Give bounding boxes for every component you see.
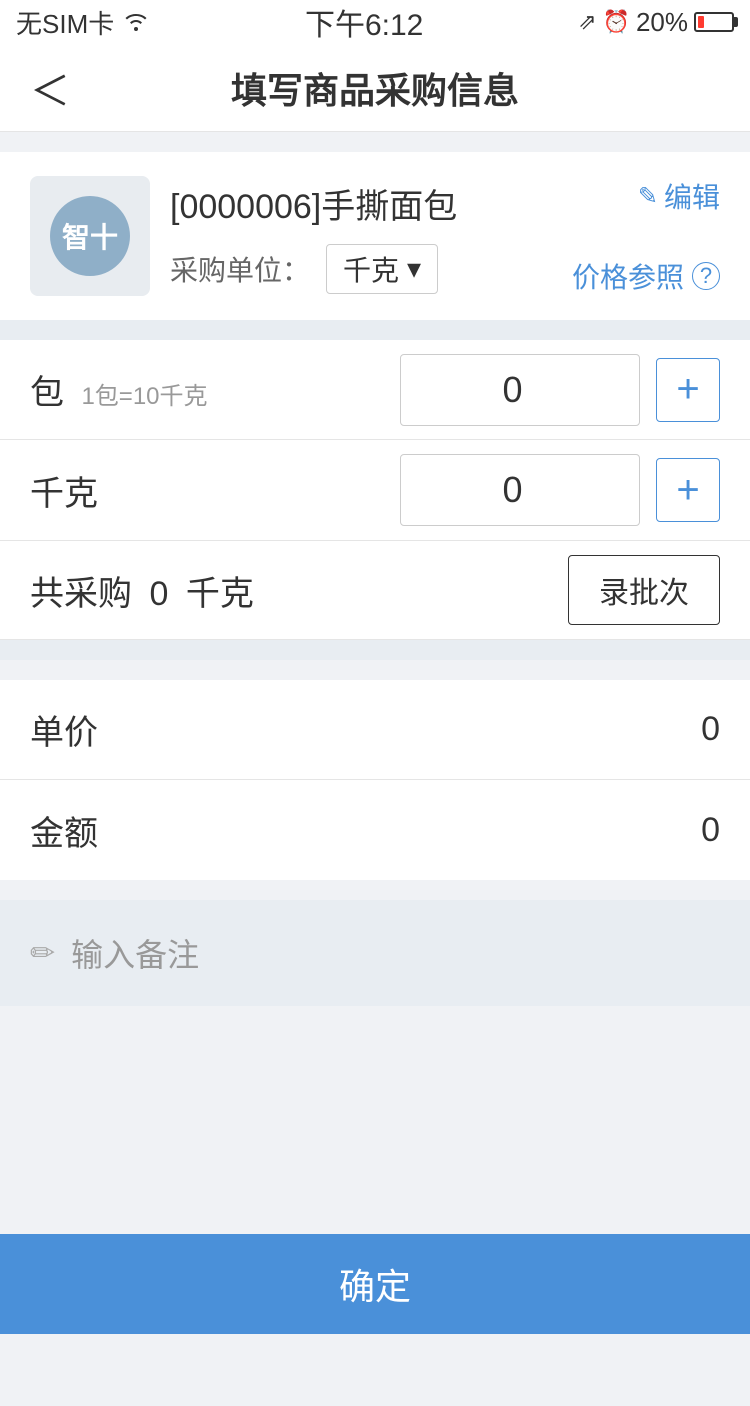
amount-label: 金额 [30, 806, 98, 855]
status-bar: 无SIM卡 下午6:12 ⇗ ⏰ 20% [0, 0, 750, 44]
bao-label: 包 1包=10千克 [30, 365, 208, 414]
product-logo: 智十 [50, 196, 130, 276]
edit-icon: ✎ [638, 182, 658, 211]
page-title: 填写商品采购信息 [231, 62, 519, 114]
unit-price-row: 单价 0 [0, 680, 750, 780]
kg-input[interactable] [400, 454, 640, 526]
back-button[interactable]: ＜ [30, 59, 70, 117]
unit-label: 采购单位： [170, 249, 310, 289]
status-right: ⇗ ⏰ 20% [578, 7, 734, 38]
edit-button[interactable]: ✎ 编辑 [638, 176, 720, 216]
help-icon: ? [692, 262, 720, 290]
pencil-icon: ✏ [30, 936, 55, 971]
battery-icon [694, 12, 734, 32]
confirm-bar[interactable]: 确定 [0, 1234, 750, 1334]
price-section: 单价 0 金额 0 [0, 680, 750, 880]
battery-percent: 20% [636, 7, 688, 38]
wifi-icon [122, 7, 150, 38]
price-ref-button[interactable]: 价格参照 ? [572, 256, 720, 296]
dropdown-icon: ▾ [407, 252, 421, 285]
status-left: 无SIM卡 [16, 4, 150, 41]
unit-price-label: 单价 [30, 705, 98, 754]
alarm-icon: ⏰ [603, 9, 630, 35]
notes-placeholder: 输入备注 [71, 930, 199, 976]
bao-field-wrap: + [228, 354, 720, 426]
bao-input-row: 包 1包=10千克 + [0, 340, 750, 440]
bao-plus-button[interactable]: + [656, 358, 720, 422]
summary-value: 0 [149, 575, 168, 613]
input-section: 包 1包=10千克 + 千克 + [0, 340, 750, 540]
divider-1 [0, 320, 750, 340]
location-icon: ⇗ [578, 9, 596, 35]
record-batch-button[interactable]: 录批次 [568, 555, 720, 625]
divider-2 [0, 640, 750, 660]
status-time: 下午6:12 [305, 0, 423, 44]
unit-selector[interactable]: 千克 ▾ [326, 244, 438, 294]
summary-text: 共采购 0 千克 [30, 566, 254, 615]
kg-label: 千克 [30, 466, 130, 515]
amount-value: 0 [701, 811, 720, 850]
kg-field-wrap: + [150, 454, 720, 526]
unit-price-value: 0 [701, 710, 720, 749]
confirm-text: 确定 [339, 1258, 411, 1310]
kg-plus-button[interactable]: + [656, 458, 720, 522]
product-image: 智十 [30, 176, 150, 296]
product-card: 智十 [0000006]手撕面包 采购单位： 千克 ▾ ✎ 编辑 价格参照 ? [0, 152, 750, 320]
carrier-text: 无SIM卡 [16, 4, 114, 41]
summary-row: 共采购 0 千克 录批次 [0, 540, 750, 640]
kg-input-row: 千克 + [0, 440, 750, 540]
bao-input[interactable] [400, 354, 640, 426]
nav-bar: ＜ 填写商品采购信息 [0, 44, 750, 132]
amount-row: 金额 0 [0, 780, 750, 880]
bao-sublabel: 1包=10千克 [81, 383, 207, 410]
notes-section[interactable]: ✏ 输入备注 [0, 900, 750, 1006]
